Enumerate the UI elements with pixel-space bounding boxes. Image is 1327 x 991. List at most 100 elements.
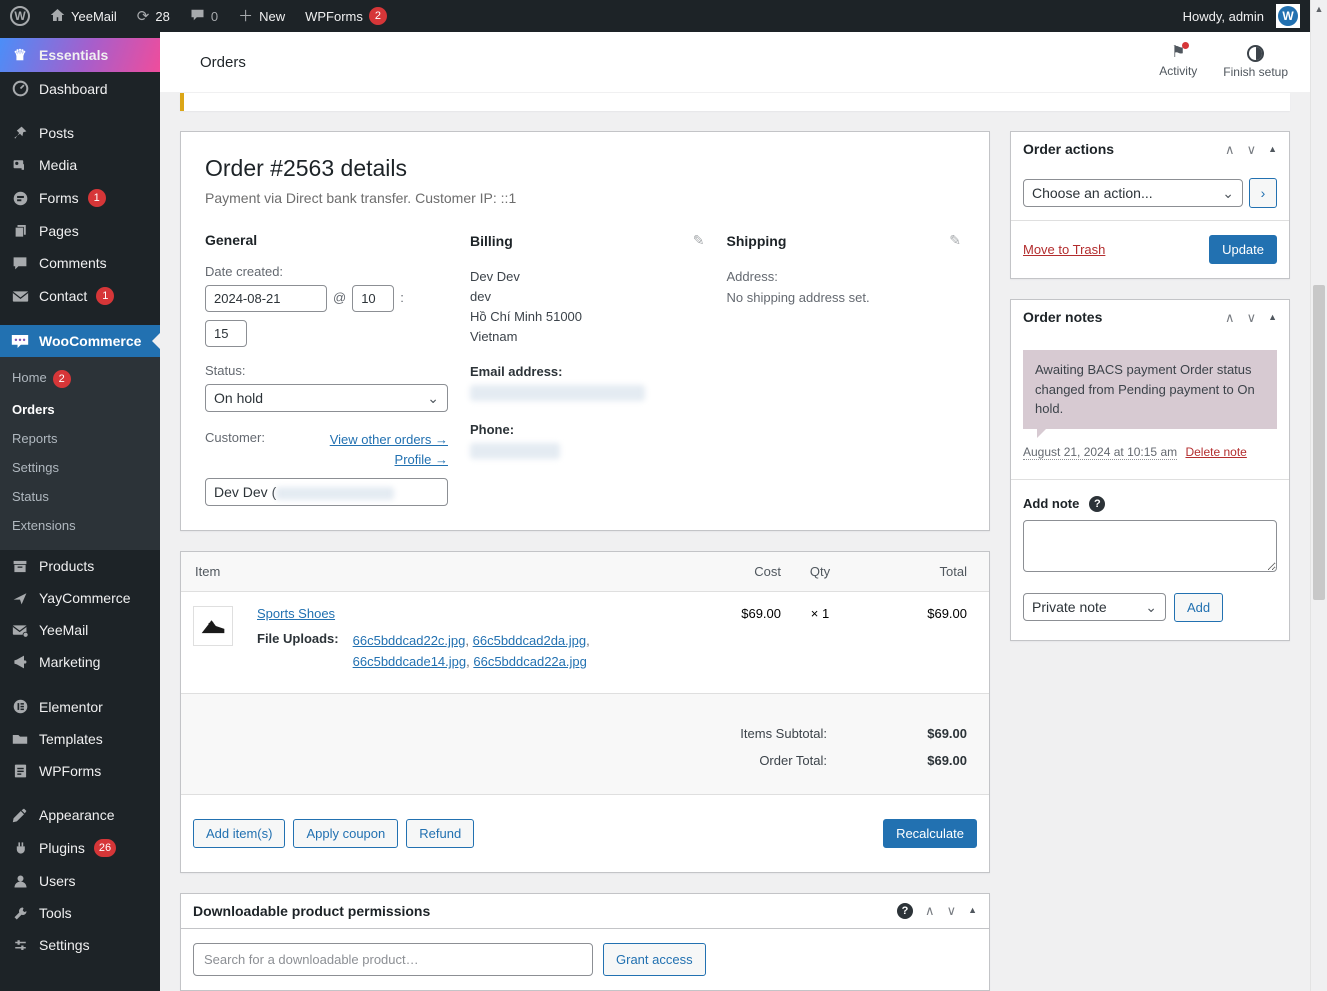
sidebar-item-comments[interactable]: Comments (0, 247, 160, 279)
upload-file-link[interactable]: 66c5bddcad2da.jpg (473, 633, 587, 648)
sidebar-item-plugins[interactable]: Plugins 26 (0, 831, 160, 865)
contact-badge: 1 (96, 287, 115, 305)
move-up-icon[interactable]: ∧ (1225, 143, 1235, 156)
howdy-menu[interactable]: Howdy, admin W (1173, 0, 1310, 32)
woocommerce-icon (10, 334, 30, 349)
upload-file-link[interactable]: 66c5bddcad22a.jpg (473, 654, 587, 669)
billing-name: Dev Dev (470, 269, 520, 284)
update-button[interactable]: Update (1209, 235, 1277, 264)
sidebar-item-media[interactable]: Media (0, 149, 160, 181)
profile-link[interactable]: Profile → (395, 452, 448, 467)
move-down-icon[interactable]: ∨ (947, 904, 957, 917)
order-details-panel: Order #2563 details Payment via Direct b… (180, 131, 990, 532)
product-name-link[interactable]: Sports Shoes (257, 606, 335, 621)
sidebar-item-templates[interactable]: Templates (0, 723, 160, 755)
scrollbar-up-arrow[interactable]: ▲ (1311, 0, 1327, 17)
order-minute-input[interactable] (205, 320, 247, 347)
sidebar-item-yeemail[interactable]: YeeMail (0, 614, 160, 646)
customer-select[interactable]: Dev Dev ( (205, 478, 448, 507)
chevron-down-icon: ⌄ (1145, 598, 1157, 615)
sidebar-item-wpforms[interactable]: WPForms (0, 755, 160, 787)
products-box-icon (10, 559, 30, 574)
wp-logo-menu[interactable]: W (0, 0, 40, 32)
items-subtotal-label: Items Subtotal: (740, 725, 827, 741)
admin-sidebar: ♛ Essentials Dashboard Posts Media Forms… (0, 0, 160, 991)
upload-file-link[interactable]: 66c5bddcade14.jpg (353, 654, 467, 669)
order-date-input[interactable] (205, 285, 327, 312)
sidebar-item-label: Essentials (39, 47, 109, 63)
sidebar-item-contact[interactable]: Contact 1 (0, 279, 160, 313)
help-icon[interactable]: ? (1089, 495, 1106, 512)
order-hour-input[interactable] (352, 285, 395, 312)
help-icon[interactable]: ? (897, 902, 914, 919)
yaycommerce-bird-icon (10, 590, 30, 606)
sidebar-item-pages[interactable]: Pages (0, 215, 160, 247)
sidebar-item-tools[interactable]: Tools (0, 897, 160, 929)
refund-button[interactable]: Refund (406, 818, 475, 848)
submenu-item-home[interactable]: Home 2 (0, 363, 160, 395)
grant-access-button[interactable]: Grant access (603, 942, 706, 976)
activity-button[interactable]: ⚑ Activity (1159, 42, 1197, 79)
move-to-trash-link[interactable]: Move to Trash (1023, 242, 1105, 257)
move-down-icon[interactable]: ∨ (1247, 311, 1257, 324)
site-name-menu[interactable]: YeeMail (40, 0, 127, 32)
sidebar-item-essentials[interactable]: ♛ Essentials (0, 38, 160, 72)
sidebar-item-settings[interactable]: Settings (0, 929, 160, 961)
finish-setup-button[interactable]: Finish setup (1223, 45, 1288, 79)
sidebar-item-elementor[interactable]: Elementor (0, 690, 160, 723)
updates-icon: ⟳ (136, 7, 150, 25)
sidebar-item-products[interactable]: Products (0, 550, 160, 582)
media-icon (10, 157, 30, 173)
sidebar-item-label: YeeMail (39, 622, 89, 638)
collapse-toggle-icon[interactable]: ▲ (1268, 144, 1277, 154)
sidebar-item-users[interactable]: Users (0, 865, 160, 897)
add-note-button[interactable]: Add (1174, 592, 1224, 622)
submenu-item-extensions[interactable]: Extensions (0, 511, 160, 540)
comment-bubble-icon (190, 8, 205, 25)
home-badge: 2 (52, 370, 71, 388)
activity-flag-icon: ⚑ (1171, 42, 1190, 61)
note-timestamp[interactable]: August 21, 2024 at 10:15 am (1023, 444, 1178, 460)
view-other-orders-link[interactable]: View other orders → (330, 432, 448, 447)
delete-note-link[interactable]: Delete note (1185, 445, 1246, 459)
add-items-button[interactable]: Add item(s) (193, 818, 286, 848)
submenu-item-status[interactable]: Status (0, 482, 160, 511)
move-up-icon[interactable]: ∧ (925, 904, 935, 917)
scrollbar-thumb[interactable] (1313, 285, 1325, 600)
order-actions-title: Order actions (1023, 141, 1115, 157)
sidebar-item-marketing[interactable]: Marketing (0, 646, 160, 678)
submenu-item-reports[interactable]: Reports (0, 424, 160, 453)
howdy-label: Howdy, admin (1182, 8, 1264, 24)
page-header: Orders ⚑ Activity Finish setup (160, 32, 1310, 92)
apply-coupon-button[interactable]: Apply coupon (293, 818, 399, 848)
move-up-icon[interactable]: ∧ (1225, 311, 1235, 324)
wpforms-menu[interactable]: WPForms 2 (295, 0, 397, 32)
collapse-toggle-icon[interactable]: ▲ (968, 906, 977, 915)
edit-shipping-pencil-icon[interactable]: ✎ (949, 232, 961, 249)
recalculate-button[interactable]: Recalculate (883, 818, 977, 848)
submenu-item-orders[interactable]: Orders (0, 395, 160, 424)
order-action-select[interactable]: Choose an action... ⌄ (1023, 179, 1243, 207)
product-thumbnail (193, 606, 233, 647)
collapse-toggle-icon[interactable]: ▲ (1268, 312, 1277, 322)
comments-bubble-icon (10, 255, 30, 271)
sidebar-item-appearance[interactable]: Appearance (0, 799, 160, 831)
note-type-select[interactable]: Private note ⌄ (1023, 593, 1166, 621)
new-menu[interactable]: ＋ New (228, 0, 295, 32)
updates-menu[interactable]: ⟳ 28 (127, 0, 180, 32)
add-note-textarea[interactable] (1023, 519, 1277, 572)
sidebar-item-posts[interactable]: Posts (0, 117, 160, 149)
move-down-icon[interactable]: ∨ (1247, 143, 1257, 156)
order-status-select[interactable]: On hold ⌄ (205, 384, 448, 412)
edit-billing-pencil-icon[interactable]: ✎ (693, 232, 705, 249)
apply-action-button[interactable]: › (1249, 178, 1277, 208)
submenu-item-settings[interactable]: Settings (0, 453, 160, 482)
downloadable-search-input[interactable] (193, 942, 593, 976)
comments-menu[interactable]: 0 (180, 0, 228, 32)
upload-file-link[interactable]: 66c5bddcad22c.jpg (353, 633, 466, 648)
notification-dot (1182, 42, 1190, 49)
sidebar-item-forms[interactable]: Forms 1 (0, 181, 160, 215)
sidebar-item-woocommerce[interactable]: WooCommerce (0, 325, 160, 357)
sidebar-item-dashboard[interactable]: Dashboard (0, 72, 160, 105)
sidebar-item-yaycommerce[interactable]: YayCommerce (0, 582, 160, 614)
